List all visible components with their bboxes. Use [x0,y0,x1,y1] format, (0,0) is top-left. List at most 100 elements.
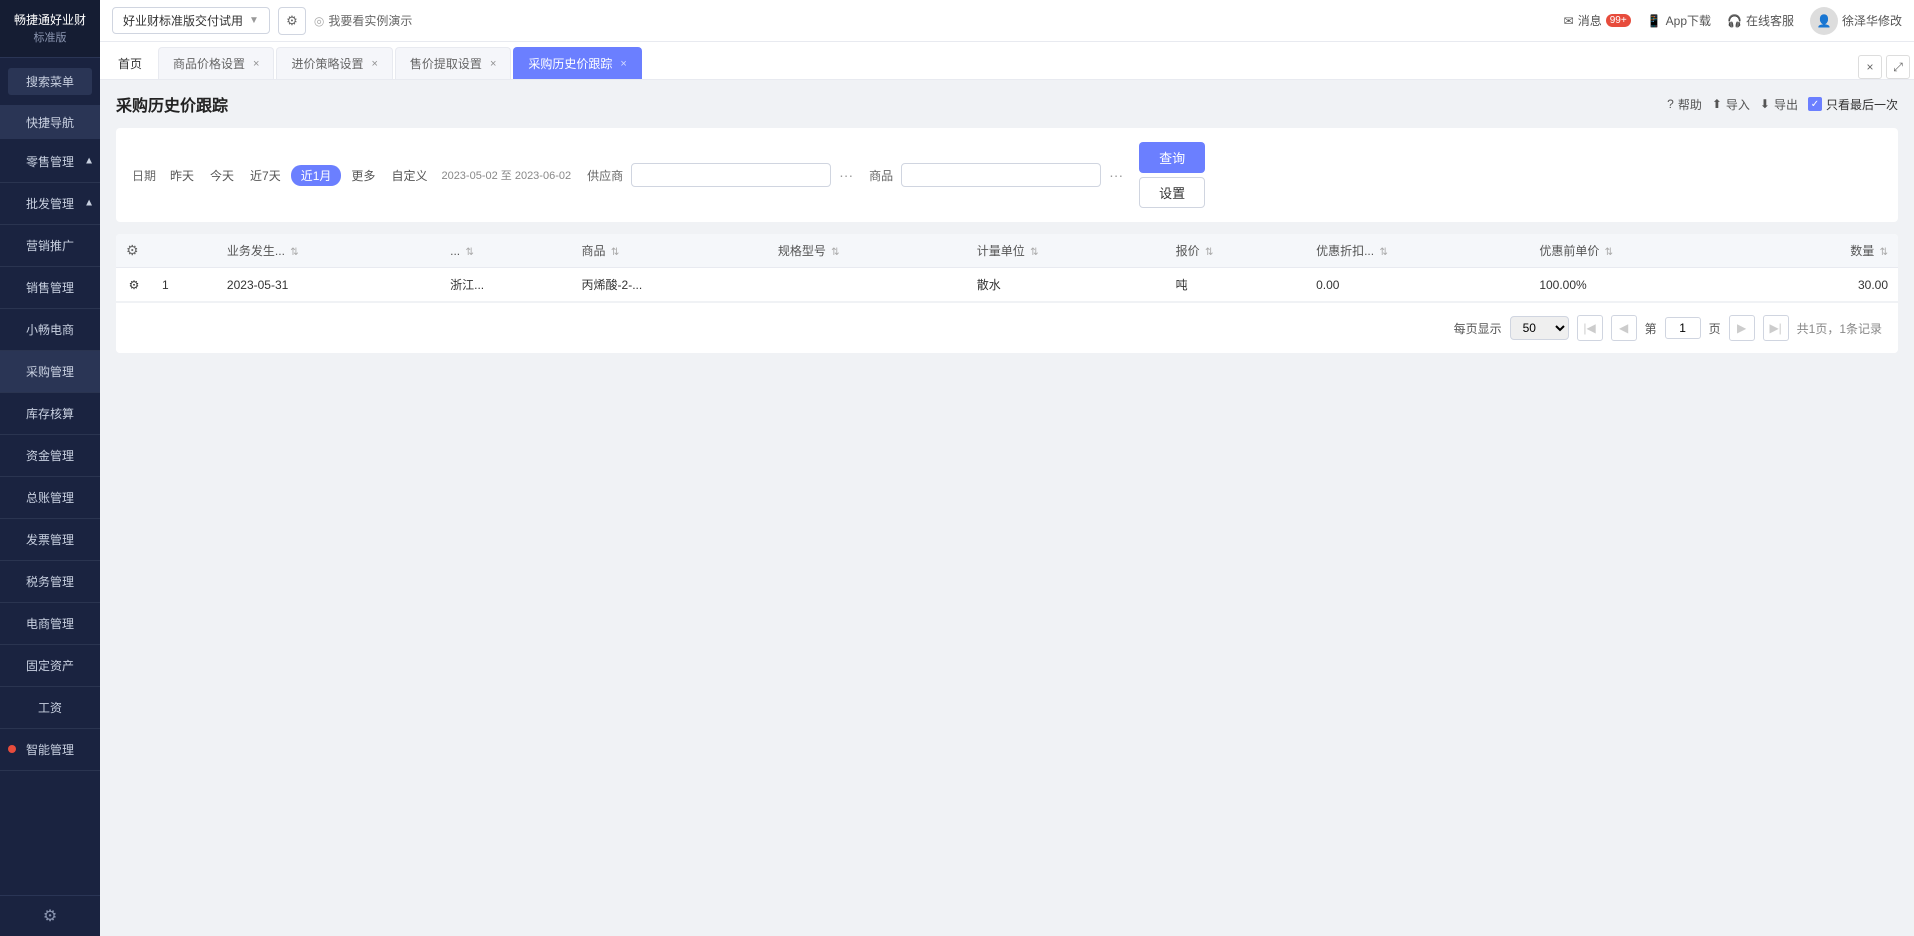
per-page-select[interactable]: 50 100 200 [1510,316,1569,340]
sidebar-item-inventory[interactable]: 库存核算 [0,393,100,435]
th-extra[interactable]: ... ⇅ [440,234,571,268]
sidebar-item-finance[interactable]: 资金管理 [0,435,100,477]
th-goods[interactable]: 商品 ⇅ [572,234,768,268]
sidebar-item-purchase[interactable]: 采购管理 [0,351,100,393]
tab-expand-button[interactable]: ⤢ [1886,55,1910,79]
data-table: ⚙ 业务发生... ⇅ ... ⇅ 商品 ⇅ [116,234,1898,302]
sort-icon: ⇅ [1880,247,1888,258]
close-icon[interactable]: × [620,58,626,70]
page-last-button[interactable]: ▶| [1763,315,1789,341]
message-button[interactable]: ✉ 消息 99+ [1564,12,1631,29]
sort-icon: ⇅ [290,247,298,258]
tab-purchase-strategy[interactable]: 进价策略设置 × [276,47,392,79]
sidebar-item-accounting[interactable]: 总账管理 [0,477,100,519]
close-icon[interactable]: × [490,58,496,70]
export-icon: ⬇ [1760,97,1770,111]
search-menu-button[interactable]: 搜索菜单 [8,68,92,95]
close-icon[interactable]: × [371,58,377,70]
query-button[interactable]: 查询 [1139,142,1205,173]
date-more-btn[interactable]: 更多 [345,165,381,186]
sidebar-item-wholesale[interactable]: 批发管理 ▲ [0,183,100,225]
sidebar-item-ecommerce-small[interactable]: 小畅电商 [0,309,100,351]
date-last7-btn[interactable]: 近7天 [244,165,287,186]
th-pre-discount[interactable]: 优惠前单价 ⇅ [1529,234,1757,268]
row-biz-date: 2023-05-31 [227,278,288,292]
sidebar-item-ecommerce[interactable]: 电商管理 [0,603,100,645]
version-selector[interactable]: 好业财标准版交付试用 ▼ [112,7,270,34]
th-spec[interactable]: 规格型号 ⇅ [768,234,967,268]
topbar-gear-button[interactable]: ⚙ [278,7,306,35]
page-first-button[interactable]: |◀ [1577,315,1603,341]
th-discount[interactable]: 优惠折扣... ⇅ [1306,234,1529,268]
sidebar-item-label: 资金管理 [26,447,74,464]
sidebar-item-fixed-assets[interactable]: 固定资产 [0,645,100,687]
sidebar-item-smart[interactable]: 智能管理 [0,729,100,771]
supplier-input[interactable] [631,163,831,187]
date-custom-btn[interactable]: 自定义 [385,165,433,186]
user-profile[interactable]: 👤 徐泽华修改 [1810,7,1902,35]
sidebar-item-label: 工资 [38,699,62,716]
tabbar: 首页 商品价格设置 × 进价策略设置 × 售价提取设置 × 采购历史价跟踪 × … [100,42,1914,80]
settings-gear-icon[interactable]: ⚙ [43,906,57,926]
th-unit[interactable]: 计量单位 ⇅ [967,234,1166,268]
logo-line1: 畅捷通好业财 [8,12,92,29]
th-pre-discount-label: 优惠前单价 [1539,244,1599,258]
user-name: 徐泽华修改 [1842,12,1902,29]
sidebar-item-label: 电商管理 [26,615,74,632]
th-quantity[interactable]: 数量 ⇅ [1757,234,1898,268]
page-total: 共1页，1条记录 [1797,320,1882,337]
topbar-right: ✉ 消息 99+ 📱 App下载 🎧 在线客服 👤 徐泽华修改 [1564,7,1902,35]
date-filter: 日期 昨天 今天 近7天 近1月 更多 自定义 2023-05-02 至 202… [132,165,571,186]
only-last-checkbox-label[interactable]: 只看最后一次 [1808,96,1898,113]
row-seq: 1 [162,278,169,292]
help-icon: ? [1667,97,1674,111]
tab-home[interactable]: 首页 [104,47,156,79]
table-body: ⚙ 1 2023-05-31 浙江... 丙烯酸-2-... [116,268,1898,302]
setting-button[interactable]: 设置 [1139,177,1205,208]
sidebar-bottom: ⚙ [0,895,100,936]
tab-purchase-history[interactable]: 采购历史价跟踪 × [513,47,641,79]
date-last1m-btn[interactable]: 近1月 [291,165,342,186]
date-today-btn[interactable]: 今天 [204,165,240,186]
sidebar-item-tax[interactable]: 税务管理 [0,561,100,603]
row-pre-discount-cell: 100.00% [1529,268,1757,302]
sidebar-item-sales[interactable]: 销售管理 [0,267,100,309]
goods-more-icon[interactable]: ··· [1109,167,1123,183]
row-settings-icon[interactable]: ⚙ [129,278,140,292]
supplier-more-icon[interactable]: ··· [839,167,853,183]
page-next-button[interactable]: ▶ [1729,315,1755,341]
import-button[interactable]: ⬆ 导入 [1712,96,1750,113]
topbar: 好业财标准版交付试用 ▼ ⚙ ◎ 我要看实例演示 ✉ 消息 99+ 📱 App下… [100,0,1914,42]
sidebar-item-invoice[interactable]: 发票管理 [0,519,100,561]
help-button[interactable]: ? 帮助 [1667,96,1702,113]
th-quote[interactable]: 报价 ⇅ [1166,234,1307,268]
sidebar-item-retail[interactable]: 零售管理 ▲ [0,141,100,183]
online-service-button[interactable]: 🎧 在线客服 [1727,12,1794,29]
sidebar-item-payroll[interactable]: 工资 [0,687,100,729]
app-download-button[interactable]: 📱 App下载 [1647,12,1711,29]
sidebar-item-label: 小畅电商 [26,321,74,338]
quick-nav-button[interactable]: 快捷导航 [0,106,100,139]
row-extra-cell: 浙江... [440,268,571,302]
goods-filter: 商品 ··· [869,163,1123,187]
column-settings-icon[interactable]: ⚙ [126,242,139,258]
th-biz-date[interactable]: 业务发生... ⇅ [217,234,440,268]
export-button[interactable]: ⬇ 导出 [1760,96,1798,113]
tab-price[interactable]: 商品价格设置 × [158,47,274,79]
demo-link[interactable]: ◎ 我要看实例演示 [314,12,413,29]
main-area: 好业财标准版交付试用 ▼ ⚙ ◎ 我要看实例演示 ✉ 消息 99+ 📱 App下… [100,0,1914,936]
close-icon[interactable]: × [253,58,259,70]
page-prev-button[interactable]: ◀ [1611,315,1637,341]
page-number-input[interactable] [1665,317,1701,339]
goods-input[interactable] [901,163,1101,187]
tab-close-button[interactable]: × [1858,55,1882,79]
table-row: ⚙ 1 2023-05-31 浙江... 丙烯酸-2-... [116,268,1898,302]
tab-sale-extract-label: 售价提取设置 [410,55,482,72]
tab-sale-extract[interactable]: 售价提取设置 × [395,47,511,79]
sidebar-item-marketing[interactable]: 营销推广 [0,225,100,267]
export-label: 导出 [1774,96,1798,113]
supplier-filter: 供应商 ··· [587,163,853,187]
date-yesterday-btn[interactable]: 昨天 [164,165,200,186]
import-label: 导入 [1726,96,1750,113]
row-unit: 散水 [977,278,1001,292]
